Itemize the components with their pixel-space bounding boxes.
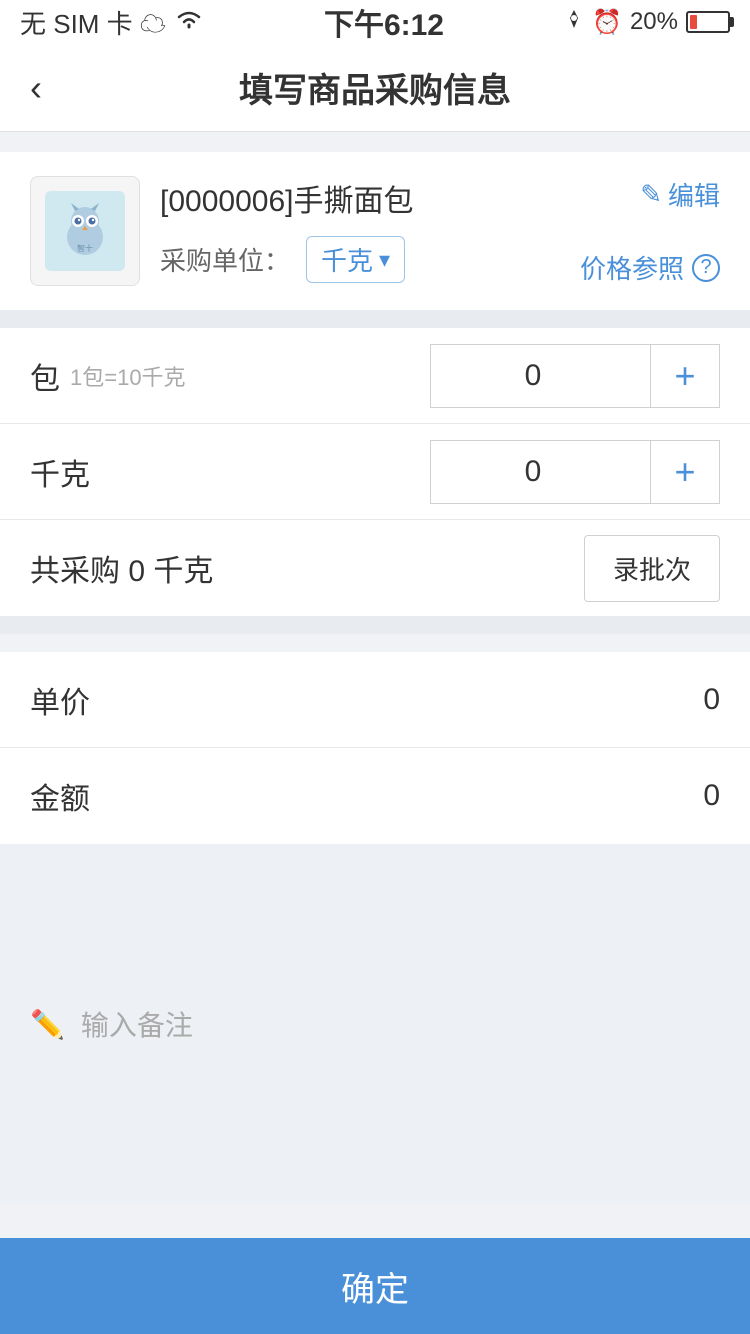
status-right: ⏰ 20%: [564, 8, 730, 37]
quantity-input-section: 包 1包=10千克 + 千克 +: [0, 328, 750, 520]
price-reference-button[interactable]: 价格参照 ?: [580, 249, 720, 286]
sim-status: 无 SIM 卡 ☁: [20, 4, 166, 41]
remarks-edit-icon: ✏️: [30, 1008, 65, 1041]
remarks-section[interactable]: ✏️ 输入备注: [0, 844, 750, 1204]
edit-icon: ✎: [640, 179, 662, 210]
kg-input-row: 千克 +: [0, 424, 750, 520]
section-divider-1: [0, 310, 750, 328]
wifi-icon: [174, 7, 204, 38]
battery-icon: [686, 8, 730, 36]
remarks-placeholder: 输入备注: [81, 1004, 193, 1044]
bag-label: 包: [30, 354, 60, 398]
product-logo: 智十: [45, 191, 125, 271]
kg-quantity-input[interactable]: [430, 440, 650, 504]
bag-sublabel: 1包=10千克: [70, 360, 186, 392]
product-card: 智十 [0000006]手撕面包 采购单位： 千克 ▾ ✎ 编辑 价格参照 ?: [0, 152, 750, 310]
total-label: 共采购 0 千克: [30, 546, 213, 590]
amount-row: 金额 0: [0, 748, 750, 844]
product-image: 智十: [30, 176, 140, 286]
back-button[interactable]: ‹: [30, 67, 42, 109]
product-name: [0000006]手撕面包: [160, 176, 720, 220]
kg-input-right: +: [430, 440, 720, 504]
bag-input-row: 包 1包=10千克 +: [0, 328, 750, 424]
unit-value: 千克: [321, 241, 373, 278]
batch-record-button[interactable]: 录批次: [584, 535, 720, 602]
unit-price-value: 0: [703, 683, 720, 717]
amount-label: 金额: [30, 774, 90, 818]
location-icon: [564, 8, 584, 37]
kg-plus-button[interactable]: +: [650, 440, 720, 504]
svg-text:智十: 智十: [77, 243, 93, 253]
unit-price-row: 单价 0: [0, 652, 750, 748]
bag-input-right: +: [430, 344, 720, 408]
amount-value: 0: [703, 779, 720, 813]
time-display: 下午6:12: [324, 0, 444, 44]
unit-label: 采购单位：: [160, 241, 290, 278]
battery-percent: 20%: [630, 8, 678, 36]
alarm-icon: ⏰: [592, 8, 622, 37]
info-icon: ?: [692, 254, 720, 282]
total-row: 共采购 0 千克 录批次: [0, 520, 750, 616]
unit-price-label: 单价: [30, 678, 90, 722]
kg-label: 千克: [30, 450, 90, 494]
price-section: 单价 0 金额 0: [0, 652, 750, 844]
dropdown-arrow-icon: ▾: [379, 247, 390, 273]
page-title: 填写商品采购信息: [239, 63, 511, 112]
edit-button[interactable]: ✎ 编辑: [640, 176, 720, 213]
confirm-button[interactable]: 确定: [0, 1238, 750, 1334]
status-left: 无 SIM 卡 ☁: [20, 4, 204, 41]
nav-bar: ‹ 填写商品采购信息: [0, 44, 750, 132]
bag-plus-button[interactable]: +: [650, 344, 720, 408]
status-bar: 无 SIM 卡 ☁ 下午6:12 ⏰ 20%: [0, 0, 750, 44]
unit-selector[interactable]: 千克 ▾: [306, 236, 405, 283]
price-ref-label: 价格参照: [580, 249, 684, 286]
bag-quantity-input[interactable]: [430, 344, 650, 408]
section-divider-2: [0, 616, 750, 634]
